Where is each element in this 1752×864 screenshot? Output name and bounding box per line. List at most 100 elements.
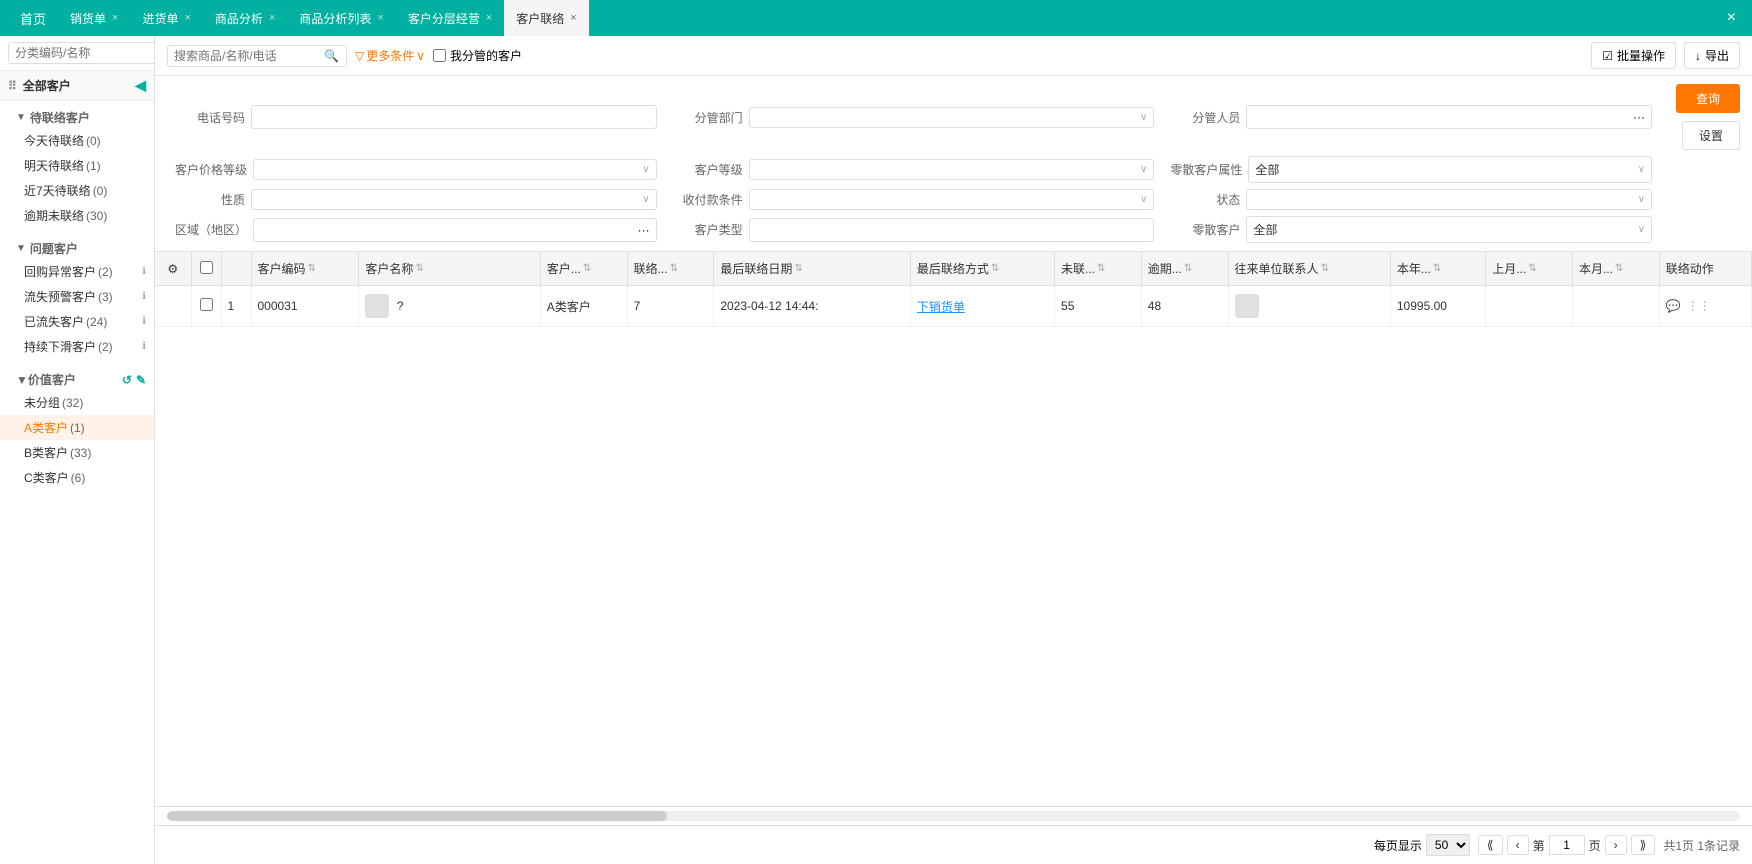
col-num — [221, 252, 251, 286]
close-contact-tab[interactable]: × — [570, 12, 576, 24]
nature-select[interactable]: ∨ — [251, 189, 657, 210]
sidebar-search-container: 🔍 — [0, 36, 154, 71]
my-customers-checkbox[interactable] — [433, 49, 446, 62]
edit-icon[interactable]: ✎ — [136, 373, 146, 387]
value-header-icons: ↺ ✎ — [122, 373, 146, 387]
customer-type-input[interactable] — [749, 218, 1155, 242]
phone-input[interactable] — [251, 105, 657, 129]
nav-home[interactable]: 首页 — [8, 9, 58, 28]
sort-name-icon[interactable]: ⇅ — [415, 263, 423, 274]
setting-button[interactable]: 设置 — [1682, 121, 1740, 150]
page-size-control: 每页显示 50 — [1374, 834, 1470, 856]
row-checkbox[interactable] — [200, 298, 213, 311]
sidebar-search-input[interactable] — [8, 42, 155, 64]
first-page-button[interactable]: ⟪ — [1478, 835, 1503, 855]
close-purchase-tab[interactable]: × — [184, 12, 190, 24]
row-last-date: 2023-04-12 14:44: — [714, 286, 910, 327]
action-icon-1[interactable]: 💬 — [1666, 299, 1681, 313]
status-select[interactable]: ∨ — [1246, 189, 1652, 210]
scroll-thumb[interactable] — [167, 811, 667, 821]
sidebar-item-class-a[interactable]: A类客户(1) — [0, 415, 154, 440]
customer-grade-select[interactable]: ∨ — [749, 159, 1155, 180]
value-customers-title[interactable]: ▼ 价值客户 ↺ ✎ — [0, 367, 154, 390]
sort-month-icon[interactable]: ⇅ — [1615, 263, 1623, 274]
sort-nocontact-icon[interactable]: ⇅ — [1097, 263, 1105, 274]
filter-price-grade: 客户价格等级 ∨ — [167, 159, 665, 180]
page-size-select[interactable]: 50 — [1426, 834, 1470, 856]
region-select[interactable]: ··· — [253, 218, 657, 242]
close-product-analysis-tab[interactable]: × — [269, 12, 275, 24]
advanced-filter: 电话号码 分管部门 ∨ 分管人员 ··· 查询 — [155, 76, 1752, 252]
last-page-button[interactable]: ⟫ — [1631, 835, 1656, 855]
sort-person-icon[interactable]: ⇅ — [1321, 263, 1329, 274]
col-last-method: 最后联络方式⇅ — [910, 252, 1054, 286]
collapse-sidebar-icon[interactable]: ◀ — [135, 77, 146, 94]
sidebar-item-churned[interactable]: 已流失客户(24) ℹ — [0, 309, 154, 334]
sidebar-item-churn-warning[interactable]: 流失预警客户(3) ℹ — [0, 284, 154, 309]
all-customers-header[interactable]: ⠿ 全部客户 ◀ — [0, 71, 154, 101]
sort-method-icon[interactable]: ⇅ — [991, 263, 999, 274]
sort-type-icon[interactable]: ⇅ — [583, 263, 591, 274]
dept-select[interactable]: ∨ — [749, 107, 1155, 128]
app-close-button[interactable]: × — [1719, 9, 1744, 27]
query-button[interactable]: 查询 — [1676, 84, 1740, 113]
more-filters-button[interactable]: ▽ 更多条件 ∨ — [355, 47, 425, 64]
sidebar-item-today[interactable]: 今天待联络(0) — [0, 128, 154, 153]
sort-lastmonth-icon[interactable]: ⇅ — [1528, 263, 1536, 274]
nav-tab-product-analysis[interactable]: 商品分析 × — [203, 0, 287, 36]
my-customers-filter[interactable]: 我分管的客户 — [433, 47, 522, 64]
row-contact-count: 7 — [627, 286, 714, 327]
close-product-list-tab[interactable]: × — [377, 12, 383, 24]
action-icon-2[interactable]: ⋮⋮ — [1687, 299, 1711, 313]
sidebar-item-7days[interactable]: 近7天待联络(0) — [0, 178, 154, 203]
nav-tab-sales[interactable]: 销货单 × — [58, 0, 130, 36]
refresh-icon[interactable]: ↺ — [122, 373, 132, 387]
close-segment-tab[interactable]: × — [486, 12, 492, 24]
sidebar-item-class-b[interactable]: B类客户(33) — [0, 440, 154, 465]
payment-select[interactable]: ∨ — [749, 189, 1155, 210]
sidebar-item-tomorrow[interactable]: 明天待联络(1) — [0, 153, 154, 178]
export-button[interactable]: ↓ 导出 — [1684, 42, 1740, 69]
retail-attr-select[interactable]: 全部 ∨ — [1248, 156, 1652, 183]
price-grade-arrow: ∨ — [642, 164, 649, 175]
gear-icon[interactable]: ⚙ — [167, 262, 178, 276]
close-sales-tab[interactable]: × — [112, 12, 118, 24]
dept-label: 分管部门 — [673, 109, 743, 126]
nav-tab-product-list[interactable]: 商品分析列表 × — [287, 0, 395, 36]
filter-customer-grade: 客户等级 ∨ — [665, 159, 1163, 180]
search-icon[interactable]: 🔍 — [324, 49, 339, 63]
prev-page-button[interactable]: ‹ — [1507, 835, 1529, 855]
sort-date-icon[interactable]: ⇅ — [794, 263, 802, 274]
payment-label: 收付款条件 — [673, 191, 743, 208]
select-all-checkbox[interactable] — [200, 261, 213, 274]
filter-manager: 分管人员 ··· — [1162, 105, 1660, 129]
main-layout: 🔍 ⠿ 全部客户 ◀ ▼ 待联络客户 今天待联络(0) 明天待联络(1) 近7天… — [0, 36, 1752, 864]
info-icon-4: ℹ — [142, 341, 146, 352]
pending-contact-title[interactable]: ▼ 待联络客户 — [0, 105, 154, 128]
problem-customers-title[interactable]: ▼ 问题客户 — [0, 236, 154, 259]
retail-customer-select[interactable]: 全部 ∨ — [1246, 216, 1652, 243]
sidebar-item-declining[interactable]: 持续下滑客户(2) ℹ — [0, 334, 154, 359]
chevron-down-icon: ∨ — [416, 49, 425, 63]
page-number-input[interactable] — [1549, 835, 1585, 855]
last-method-link[interactable]: 下销货单 — [917, 300, 965, 314]
action-icons: 💬 ⋮⋮ — [1666, 299, 1745, 313]
sort-contact-icon[interactable]: ⇅ — [670, 263, 678, 274]
sidebar-item-repurchase-abnormal[interactable]: 回购异常客户(2) ℹ — [0, 259, 154, 284]
nav-tab-customer-contact[interactable]: 客户联络 × — [504, 0, 588, 36]
nav-tab-customer-segment[interactable]: 客户分层经营 × — [396, 0, 504, 36]
sidebar-item-ungrouped[interactable]: 未分组(32) — [0, 390, 154, 415]
sidebar-item-class-c[interactable]: C类客户(6) — [0, 465, 154, 490]
col-gear: ⚙ — [155, 252, 191, 286]
manager-select[interactable]: ··· — [1246, 105, 1652, 129]
nav-tab-purchase[interactable]: 进货单 × — [130, 0, 202, 36]
price-grade-select[interactable]: ∨ — [253, 159, 657, 180]
sidebar-item-overdue[interactable]: 逾期未联络(30) — [0, 203, 154, 228]
sort-year-icon[interactable]: ⇅ — [1433, 263, 1441, 274]
filter-status: 状态 ∨ — [1162, 189, 1660, 210]
next-page-button[interactable]: › — [1605, 835, 1627, 855]
sort-code-icon[interactable]: ⇅ — [308, 263, 316, 274]
sort-overdue-icon[interactable]: ⇅ — [1184, 263, 1192, 274]
search-input[interactable] — [174, 49, 324, 63]
batch-operation-button[interactable]: ☑ 批量操作 — [1591, 42, 1676, 69]
